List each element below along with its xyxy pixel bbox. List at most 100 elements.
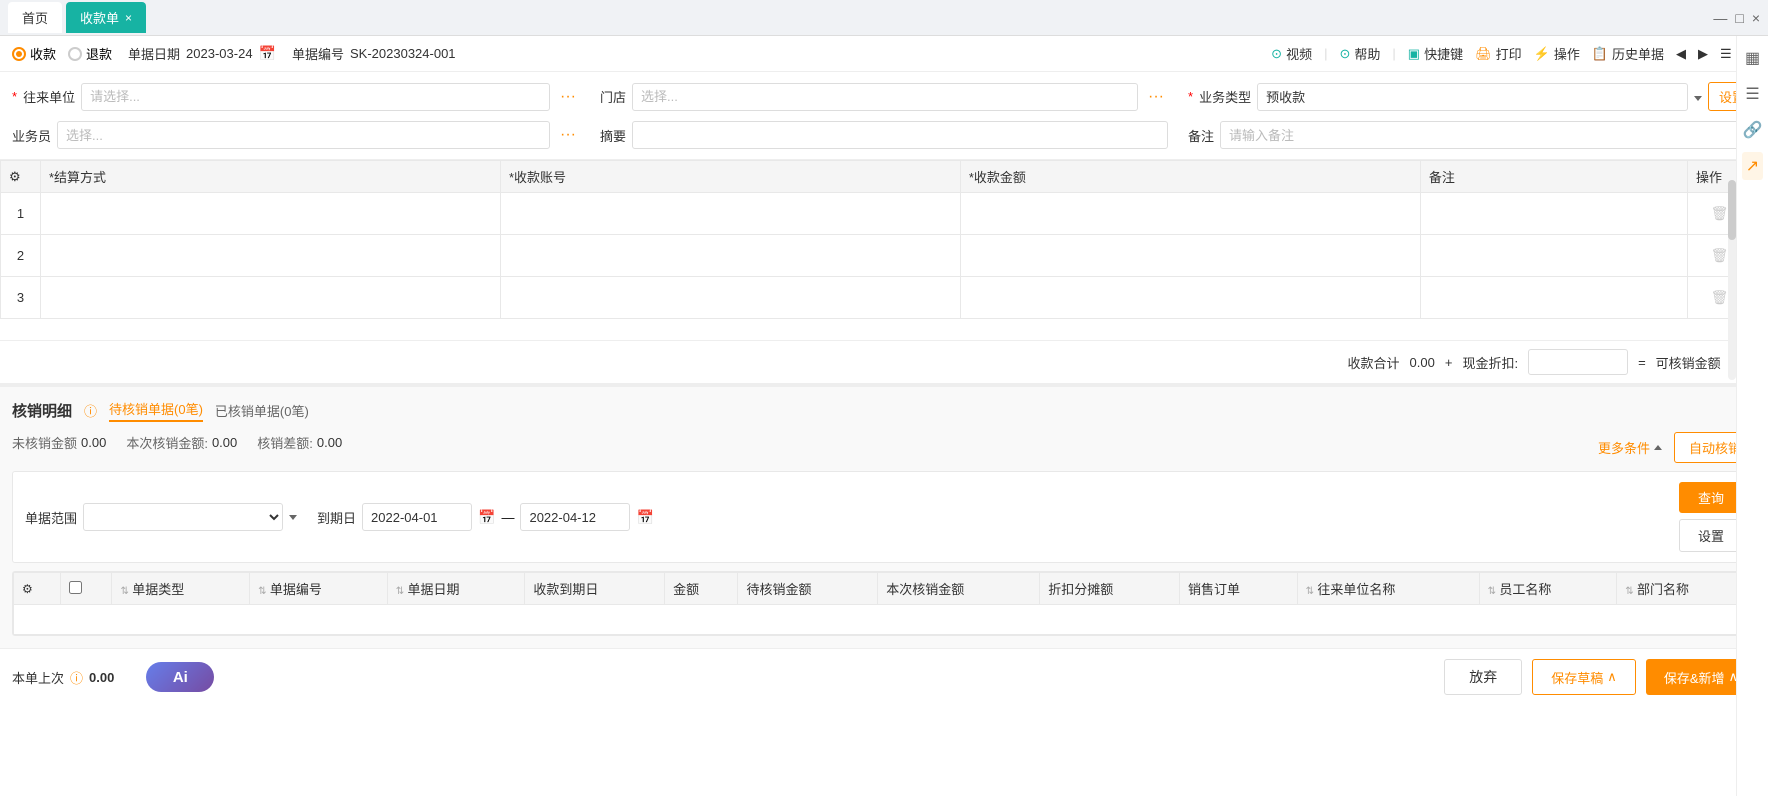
settlement-cell-3[interactable] (41, 277, 501, 319)
window-close-icon[interactable]: × (1752, 10, 1760, 26)
date-from-calendar-icon[interactable]: 📅 (478, 509, 495, 526)
row-num-2: 2 (1, 235, 41, 277)
footer-info-icon[interactable]: ⓘ (70, 668, 83, 687)
save-draft-chevron-icon[interactable]: ∧ (1607, 669, 1617, 685)
bottom-table-area: ⚙ ⇅ 单据类型 ⇅ 单据编号 ⇅ 单据日期 收款到期日 金额 待核销金额 本次… (12, 571, 1756, 636)
help-btn[interactable]: ⊙ 帮助 (1339, 44, 1380, 63)
verification-header: 核销明细 ⓘ 待核销单据(0笔) 已核销单据(0笔) (12, 399, 1756, 422)
remarks-cell-3[interactable] (1420, 277, 1687, 319)
account-cell-2[interactable] (500, 235, 960, 277)
table-settings-col[interactable]: ⚙ (1, 161, 41, 193)
store-label: 门店 (600, 87, 626, 106)
range-label: 单据范围 (25, 508, 77, 527)
next-btn[interactable]: ▶ (1698, 46, 1708, 62)
operation-icon: ⚡ (1534, 46, 1550, 62)
bottom-col-discount: 折扣分摊额 (1040, 573, 1180, 605)
date-to-calendar-icon[interactable]: 📅 (636, 509, 653, 526)
pending-tab[interactable]: 待核销单据(0笔) (109, 399, 203, 422)
filter-settings-button[interactable]: 设置 (1679, 519, 1743, 552)
unchecked-label: 未核销金额 (12, 433, 77, 452)
verification-stats: 未核销金额 0.00 本次核销金额: 0.00 核销差额: 0.00 (12, 433, 342, 452)
ai-badge[interactable]: Ai (146, 662, 214, 692)
store-more-btn[interactable]: ··· (1144, 88, 1168, 106)
minimize-icon[interactable]: — (1713, 10, 1727, 26)
col-account: *收款账号 (500, 161, 960, 193)
delete-row-2-icon[interactable]: 🗑 (1711, 247, 1729, 264)
remarks-cell-1[interactable] (1420, 193, 1687, 235)
account-cell-3[interactable] (500, 277, 960, 319)
operation-btn[interactable]: ⚡ 操作 (1534, 44, 1580, 63)
right-sidebar: ▦ ☰ 🔗 ↗ (1736, 36, 1768, 796)
discount-input[interactable] (1528, 349, 1628, 375)
amount-cell-1[interactable] (960, 193, 1420, 235)
sidebar-orange-icon[interactable]: ↗ (1742, 152, 1763, 180)
video-btn[interactable]: ⊙ 视频 (1271, 44, 1312, 63)
diff-stat: 核销差额: 0.00 (257, 433, 342, 452)
bottom-col-settings[interactable]: ⚙ (14, 573, 61, 605)
range-select[interactable] (83, 503, 283, 531)
tab-home[interactable]: 首页 (8, 2, 62, 33)
tab-close-btn[interactable]: × (125, 11, 132, 25)
bottom-col-amount: 金额 (665, 573, 738, 605)
receipt-radio[interactable]: 收款 (12, 44, 56, 63)
refund-radio[interactable]: 退款 (68, 44, 112, 63)
account-cell-1[interactable] (500, 193, 960, 235)
date-to-input[interactable] (520, 503, 630, 531)
settlement-cell-1[interactable] (41, 193, 501, 235)
bottom-col-type: ⇅ 单据类型 (112, 573, 250, 605)
prev-btn[interactable]: ◀ (1676, 46, 1686, 62)
scrollbar-track (1728, 180, 1736, 380)
select-all-checkbox[interactable] (69, 581, 82, 594)
shortcut-icon: ▣ (1408, 46, 1420, 62)
sidebar-table-icon[interactable]: ▦ (1741, 44, 1764, 72)
save-draft-button[interactable]: 保存草稿 ∧ (1532, 659, 1636, 695)
store-input[interactable] (632, 83, 1138, 111)
remarks-cell-2[interactable] (1420, 235, 1687, 277)
bottom-col-due: 收款到期日 (525, 573, 665, 605)
completed-tab[interactable]: 已核销单据(0笔) (215, 401, 309, 420)
abandon-button[interactable]: 放弃 (1444, 659, 1522, 695)
footer-current-value: 0.00 (89, 670, 114, 685)
print-btn[interactable]: 🖨 打印 (1475, 44, 1522, 63)
delete-row-1-icon[interactable]: 🗑 (1711, 205, 1729, 222)
partner-label: 往来单位 (23, 87, 75, 106)
amount-cell-2[interactable] (960, 235, 1420, 277)
sidebar-link-icon[interactable]: 🔗 (1739, 116, 1767, 144)
date-from-input[interactable] (362, 503, 472, 531)
total-label: 收款合计 (1348, 353, 1400, 372)
notes-input[interactable] (1220, 121, 1756, 149)
scrollbar-thumb[interactable] (1728, 180, 1736, 240)
total-value: 0.00 (1410, 355, 1435, 370)
shortcut-label: 快捷键 (1424, 44, 1463, 63)
biz-type-label: 业务类型 (1199, 87, 1251, 106)
video-icon: ⊙ (1271, 46, 1282, 62)
table-area: ⚙ *结算方式 *收款账号 *收款金额 备注 操作 1 (0, 160, 1768, 340)
bottom-table: ⚙ ⇅ 单据类型 ⇅ 单据编号 ⇅ 单据日期 收款到期日 金额 待核销金额 本次… (13, 572, 1755, 635)
summary-input[interactable] (632, 121, 1168, 149)
doc-date-calendar-icon[interactable]: 📅 (259, 45, 276, 62)
history-btn[interactable]: 📋 历史单据 (1592, 44, 1664, 63)
bottom-col-checkbox[interactable] (61, 573, 112, 605)
partner-more-btn[interactable]: ··· (556, 88, 580, 106)
salesperson-more-btn[interactable]: ··· (556, 126, 580, 144)
print-label: 打印 (1496, 44, 1522, 63)
doc-date-field: 单据日期 2023-03-24 📅 (128, 44, 276, 63)
biz-type-input[interactable] (1257, 83, 1688, 111)
more-conditions-btn[interactable]: 更多条件 (1598, 438, 1662, 457)
settlement-cell-2[interactable] (41, 235, 501, 277)
maximize-icon[interactable]: □ (1735, 10, 1743, 26)
tab-receipt[interactable]: 收款单 × (66, 2, 146, 33)
delete-row-3-icon[interactable]: 🗑 (1711, 289, 1729, 306)
tab-home-label: 首页 (22, 11, 48, 26)
receipt-radio-label: 收款 (30, 44, 56, 63)
partner-input[interactable] (81, 83, 550, 111)
verification-info-icon[interactable]: ⓘ (84, 401, 97, 420)
sidebar-list-icon[interactable]: ☰ (1741, 80, 1763, 108)
query-button[interactable]: 查询 (1679, 482, 1743, 513)
shortcut-btn[interactable]: ▣ 快捷键 (1408, 44, 1463, 63)
grid-btn[interactable]: ☰ (1720, 46, 1732, 62)
biz-type-dropdown-icon[interactable] (1694, 89, 1702, 104)
salesperson-label: 业务员 (12, 126, 51, 145)
salesperson-input[interactable] (57, 121, 550, 149)
amount-cell-3[interactable] (960, 277, 1420, 319)
